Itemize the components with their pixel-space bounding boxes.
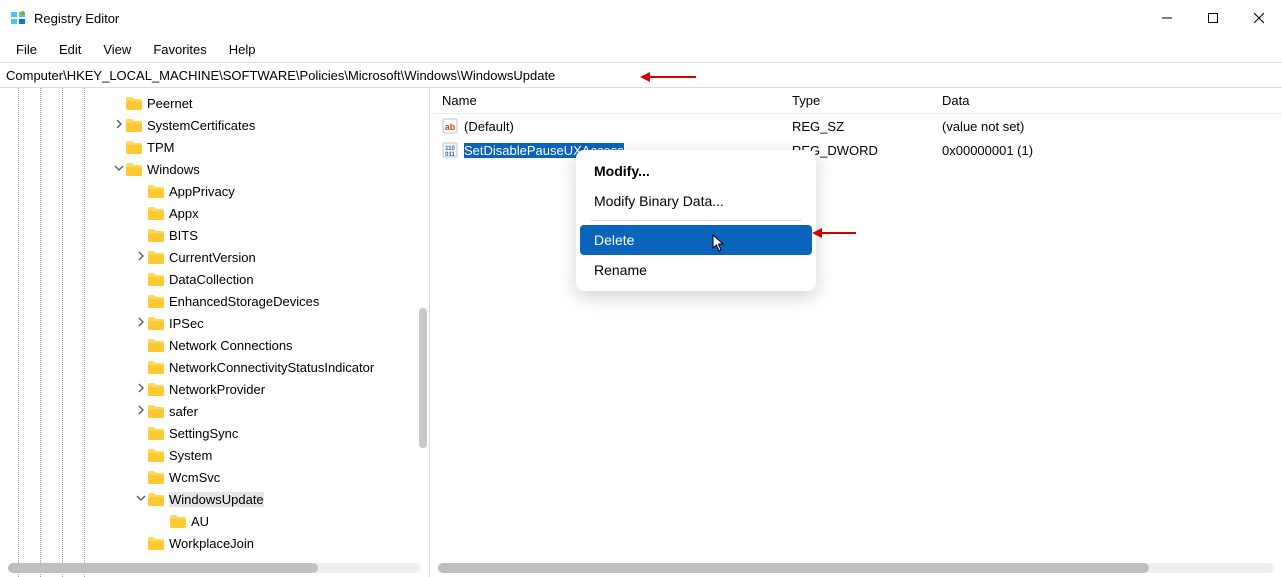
tree-item[interactable]: WcmSvc xyxy=(0,466,429,488)
tree-hscroll[interactable] xyxy=(8,563,421,573)
tree-item-label: Peernet xyxy=(147,96,193,111)
tree-item-label: AU xyxy=(191,514,209,529)
context-item-rename[interactable]: Rename xyxy=(580,255,812,285)
maximize-button[interactable] xyxy=(1190,2,1236,34)
tree-item-label: NetworkProvider xyxy=(169,382,265,397)
close-button[interactable] xyxy=(1236,2,1282,34)
annotation-arrow xyxy=(640,64,696,90)
context-menu: Modify...Modify Binary Data... DeleteRena… xyxy=(576,150,816,291)
menu-file[interactable]: File xyxy=(6,39,47,60)
tree-item-label: WorkplaceJoin xyxy=(169,536,254,551)
list-row[interactable]: ab (Default) REG_SZ (value not set) xyxy=(430,114,1282,138)
tree-item-label: AppPrivacy xyxy=(169,184,235,199)
chevron-right-icon[interactable] xyxy=(134,383,148,396)
chevron-right-icon[interactable] xyxy=(134,317,148,330)
tree-item[interactable]: System xyxy=(0,444,429,466)
tree-item[interactable]: WorkplaceJoin xyxy=(0,532,429,554)
tree-item-label: CurrentVersion xyxy=(169,250,256,265)
tree-item[interactable]: AU xyxy=(0,510,429,532)
col-header-name[interactable]: Name xyxy=(430,88,780,113)
chevron-right-icon[interactable] xyxy=(134,405,148,418)
tree-item[interactable]: Appx xyxy=(0,202,429,224)
tree-item-label: Windows xyxy=(147,162,200,177)
context-item-modify-binary-data[interactable]: Modify Binary Data... xyxy=(580,186,812,216)
chevron-right-icon[interactable] xyxy=(134,251,148,264)
cursor-icon xyxy=(712,234,726,252)
tree-item[interactable]: SystemCertificates xyxy=(0,114,429,136)
tree-item-label: WindowsUpdate xyxy=(169,492,264,507)
value-name: (Default) xyxy=(464,119,514,134)
list-headers: Name Type Data xyxy=(430,88,1282,114)
tree-item-label: BITS xyxy=(169,228,198,243)
chevron-down-icon[interactable] xyxy=(134,493,148,506)
tree-item[interactable]: CurrentVersion xyxy=(0,246,429,268)
chevron-right-icon[interactable] xyxy=(112,119,126,132)
tree-item[interactable]: Peernet xyxy=(0,92,429,114)
tree-item-label: System xyxy=(169,448,212,463)
tree-scrollbar-thumb[interactable] xyxy=(419,308,427,448)
svg-text:ab: ab xyxy=(445,122,456,132)
regedit-icon xyxy=(10,10,26,26)
menu-view[interactable]: View xyxy=(93,39,141,60)
tree-item[interactable]: BITS xyxy=(0,224,429,246)
annotation-arrow xyxy=(812,220,856,246)
tree-item-label: safer xyxy=(169,404,198,419)
tree-item-label: SettingSync xyxy=(169,426,238,441)
tree-item-label: SystemCertificates xyxy=(147,118,255,133)
chevron-down-icon[interactable] xyxy=(112,163,126,176)
menu-edit[interactable]: Edit xyxy=(49,39,91,60)
window-controls xyxy=(1144,2,1282,34)
titlebar: Registry Editor xyxy=(0,0,1282,36)
tree-item[interactable]: DataCollection xyxy=(0,268,429,290)
tree-item[interactable]: AppPrivacy xyxy=(0,180,429,202)
tree-item[interactable]: IPSec xyxy=(0,312,429,334)
col-header-type[interactable]: Type xyxy=(780,88,930,113)
tree-item-label: Network Connections xyxy=(169,338,293,353)
tree-item[interactable]: TPM xyxy=(0,136,429,158)
context-item-modify[interactable]: Modify... xyxy=(580,156,812,186)
tree-item[interactable]: WindowsUpdate xyxy=(0,488,429,510)
tree-item[interactable]: Network Connections xyxy=(0,334,429,356)
tree-item[interactable]: NetworkConnectivityStatusIndicator xyxy=(0,356,429,378)
menubar: FileEditViewFavoritesHelp xyxy=(0,36,1282,62)
address-input[interactable] xyxy=(6,68,646,83)
tree-item-label: TPM xyxy=(147,140,174,155)
value-data: 0x00000001 (1) xyxy=(942,143,1033,158)
list-row[interactable]: 110011SetDisablePauseUXAccessREG_DWORD0x… xyxy=(430,138,1282,162)
list-pane: Name Type Data ab (Default) REG_SZ (value n… xyxy=(430,88,1282,577)
value-type: REG_SZ xyxy=(792,119,844,134)
tree-item-label: WcmSvc xyxy=(169,470,220,485)
tree-item[interactable]: SettingSync xyxy=(0,422,429,444)
tree-item[interactable]: safer xyxy=(0,400,429,422)
list-hscroll[interactable] xyxy=(438,563,1274,573)
tree-item[interactable]: EnhancedStorageDevices xyxy=(0,290,429,312)
col-header-data[interactable]: Data xyxy=(930,88,1282,113)
value-data: (value not set) xyxy=(942,119,1024,134)
tree-item-label: Appx xyxy=(169,206,199,221)
tree-item-label: EnhancedStorageDevices xyxy=(169,294,319,309)
svg-text:011: 011 xyxy=(445,152,455,158)
context-item-delete[interactable]: Delete xyxy=(580,225,812,255)
tree-item-label: NetworkConnectivityStatusIndicator xyxy=(169,360,374,375)
tree-pane: Peernet SystemCertificates TPM Windows AppPr… xyxy=(0,88,430,577)
tree-item-label: IPSec xyxy=(169,316,204,331)
menu-favorites[interactable]: Favorites xyxy=(143,39,216,60)
menu-help[interactable]: Help xyxy=(219,39,266,60)
tree-item-label: DataCollection xyxy=(169,272,254,287)
context-separator xyxy=(590,220,802,221)
tree-item[interactable]: Windows xyxy=(0,158,429,180)
window-title: Registry Editor xyxy=(34,11,119,26)
tree-item[interactable]: NetworkProvider xyxy=(0,378,429,400)
minimize-button[interactable] xyxy=(1144,2,1190,34)
